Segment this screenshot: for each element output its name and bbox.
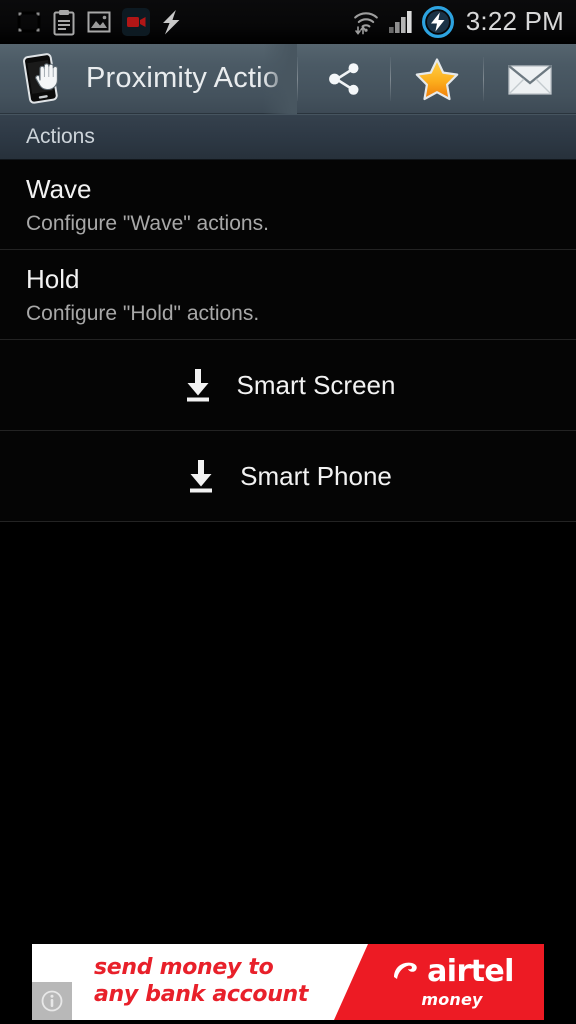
airtel-logo: airtel [390,953,514,989]
app-screen: 3:22 PM Proximity Actio Actions Wave Con… [0,0,576,1024]
list-item-hold[interactable]: Hold Configure "Hold" actions. [0,250,576,340]
battery-charging-icon [421,6,454,38]
list-item-title: Smart Phone [240,460,392,491]
page-title: Proximity Actio [86,62,280,94]
list-item-smart-screen[interactable]: Smart Screen [0,340,576,431]
app-title-container: Proximity Actio [86,43,297,114]
gallery-image-icon [87,11,111,33]
action-bar: Proximity Actio [0,43,576,114]
share-icon [329,62,359,95]
actions-list: Wave Configure "Wave" actions. Hold Conf… [0,160,576,522]
envelope-icon [508,64,552,95]
status-bar-clock: 3:22 PM [465,6,564,36]
list-item-title: Smart Screen [236,369,396,400]
section-header-label: Actions [26,125,95,148]
email-button[interactable] [484,44,576,114]
download-icon [190,460,213,493]
list-item-title: Hold [26,263,80,294]
app-home-button[interactable]: Proximity Actio [0,43,297,114]
wifi-icon [353,12,378,35]
airtel-money-label: money [421,989,483,1009]
download-icon [186,369,209,402]
list-item-smart-phone[interactable]: Smart Phone [0,431,576,522]
proximity-actions-app-icon [22,52,68,105]
ad-brand-block: airtel money [334,944,544,1020]
lightning-bolt-icon [163,9,180,34]
airtel-wordmark: airtel [427,953,514,989]
star-icon [415,57,459,100]
section-header-actions: Actions [0,114,576,160]
screenshot-capture-icon [17,11,41,33]
list-item-wave[interactable]: Wave Configure "Wave" actions. [0,160,576,250]
screen-recording-icon [122,8,150,36]
airtel-swoosh-icon [394,962,417,979]
list-item-subtitle: Configure "Hold" actions. [26,301,260,325]
cellular-signal-icon [388,11,412,33]
status-bar-right-icons: 3:22 PM [352,6,564,38]
ad-info-icon[interactable] [32,982,72,1020]
list-item-subtitle: Configure "Wave" actions. [26,211,269,235]
ad-banner[interactable]: send money to any bank account airtel mo… [32,944,544,1020]
share-button[interactable] [298,44,390,114]
clipboard-icon [53,9,75,35]
status-bar: 3:22 PM [0,0,576,44]
advertisement-area: send money to any bank account airtel mo… [0,940,576,1024]
rate-button[interactable] [391,44,483,114]
status-bar-left-icons [16,8,182,36]
list-item-title: Wave [26,173,92,204]
